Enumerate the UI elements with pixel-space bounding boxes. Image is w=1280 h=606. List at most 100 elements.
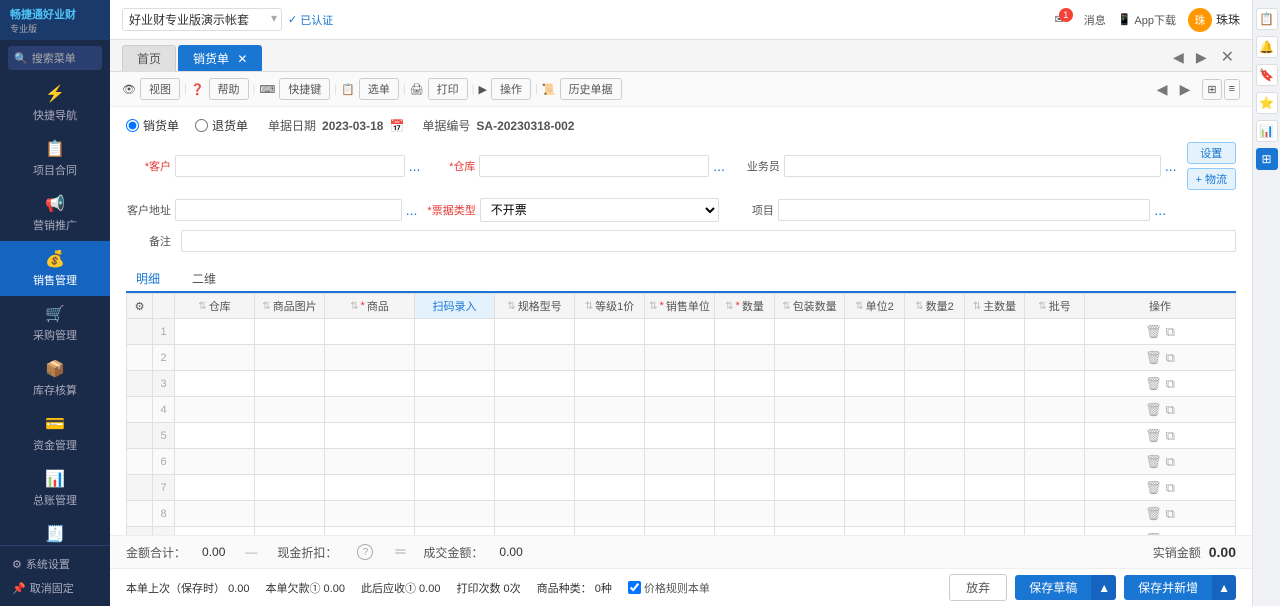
cell-batch[interactable] — [1025, 423, 1085, 449]
cell-unit2[interactable] — [845, 423, 905, 449]
cell-main-qty[interactable] — [965, 527, 1025, 536]
th-unit[interactable]: ⇅*销售单位 — [645, 294, 715, 319]
cell-scan[interactable] — [415, 345, 495, 371]
cell-batch[interactable] — [1025, 397, 1085, 423]
cell-qty[interactable] — [715, 423, 775, 449]
th-batch[interactable]: ⇅批号 — [1025, 294, 1085, 319]
cell-product[interactable] — [325, 501, 415, 527]
cell-spec[interactable] — [495, 371, 575, 397]
cell-pkg-qty[interactable] — [775, 397, 845, 423]
row-copy-btn[interactable]: ⧉ — [1166, 376, 1175, 392]
warehouse-input[interactable]: 小宝仓库 — [479, 155, 709, 177]
cell-spec[interactable] — [495, 319, 575, 345]
table-tab-2d[interactable]: 二维 — [182, 266, 226, 291]
cell-qty2[interactable] — [905, 449, 965, 475]
cell-spec[interactable] — [495, 527, 575, 536]
cell-unit[interactable] — [645, 345, 715, 371]
cell-unit[interactable] — [645, 475, 715, 501]
cell-pkg-qty[interactable] — [775, 527, 845, 536]
cell-image[interactable] — [255, 475, 325, 501]
cell-qty[interactable] — [715, 371, 775, 397]
grid-view-button[interactable]: ⊞ — [1202, 79, 1221, 100]
row-delete-btn[interactable]: 🗑 — [1145, 324, 1162, 340]
cell-pkg-qty[interactable] — [775, 501, 845, 527]
cell-product[interactable] — [325, 345, 415, 371]
sidebar-item-sales[interactable]: 💰 销售管理 — [0, 241, 110, 296]
row-delete-btn[interactable]: 🗑 — [1145, 376, 1162, 392]
cell-image[interactable] — [255, 397, 325, 423]
th-spec[interactable]: ⇅规格型号 — [495, 294, 575, 319]
project-input[interactable]: 选择... — [778, 199, 1150, 221]
cell-pkg-qty[interactable] — [775, 475, 845, 501]
salesperson-ellipsis[interactable]: ... — [1165, 158, 1177, 174]
cell-unit[interactable] — [645, 423, 715, 449]
cell-image[interactable] — [255, 449, 325, 475]
date-value[interactable]: 2023-03-18 — [322, 119, 383, 133]
th-pkg-qty[interactable]: ⇅包装数量 — [775, 294, 845, 319]
right-btn-5[interactable]: 📊 — [1256, 120, 1278, 142]
cell-unit2[interactable] — [845, 449, 905, 475]
cell-batch[interactable] — [1025, 319, 1085, 345]
cell-unit[interactable] — [645, 371, 715, 397]
right-btn-2[interactable]: 🔔 — [1256, 36, 1278, 58]
cell-qty2[interactable] — [905, 527, 965, 536]
th-price1[interactable]: ⇅等级1价 — [575, 294, 645, 319]
cell-price1[interactable] — [575, 423, 645, 449]
cell-spec[interactable] — [495, 397, 575, 423]
cell-image[interactable] — [255, 345, 325, 371]
row-copy-btn[interactable]: ⧉ — [1166, 454, 1175, 470]
sidebar-item-quick[interactable]: ⚡ 快捷导航 — [0, 76, 110, 131]
cell-warehouse[interactable] — [175, 319, 255, 345]
cell-qty2[interactable] — [905, 345, 965, 371]
help-button[interactable]: 帮助 — [209, 78, 249, 100]
cell-qty2[interactable] — [905, 371, 965, 397]
cell-qty[interactable] — [715, 449, 775, 475]
cell-pkg-qty[interactable] — [775, 371, 845, 397]
row-delete-btn[interactable]: 🗑 — [1145, 402, 1162, 418]
message-action[interactable]: ✉ 1 消息 — [1054, 12, 1105, 28]
remark-input[interactable] — [181, 230, 1236, 252]
sidebar-item-accounts[interactable]: 📊 总账管理 — [0, 461, 110, 516]
th-main-qty[interactable]: ⇅主数量 — [965, 294, 1025, 319]
discount-help-icon[interactable]: ? — [357, 544, 373, 560]
cell-unit[interactable] — [645, 501, 715, 527]
sidebar-item-inventory[interactable]: 📦 库存核算 — [0, 351, 110, 406]
cell-unit2[interactable] — [845, 345, 905, 371]
cell-main-qty[interactable] — [965, 397, 1025, 423]
company-dropdown[interactable]: 好业财专业版演示帐套 ▾ — [122, 8, 282, 31]
cell-price1[interactable] — [575, 345, 645, 371]
cell-price1[interactable] — [575, 475, 645, 501]
table-tab-detail[interactable]: 明细 — [126, 266, 170, 293]
th-scan[interactable]: 扫码录入 — [415, 294, 495, 319]
right-btn-1[interactable]: 📋 — [1256, 8, 1278, 30]
tab-home[interactable]: 首页 — [122, 45, 176, 71]
data-table-wrapper[interactable]: ⚙ ⇅仓库 ⇅商品图片 ⇅*商品 — [126, 293, 1236, 535]
view-button[interactable]: 视图 — [140, 78, 180, 100]
cell-spec[interactable] — [495, 449, 575, 475]
operate-button[interactable]: 操作 — [491, 78, 531, 100]
customer-input[interactable] — [175, 155, 405, 177]
select-button[interactable]: 选单 — [359, 78, 399, 100]
tab-close-icon[interactable]: ✕ — [237, 52, 247, 66]
cell-unit[interactable] — [645, 527, 715, 536]
save-draft-arrow[interactable]: ▲ — [1091, 575, 1116, 600]
sidebar-item-settings[interactable]: ⚙ 系统设置 — [6, 552, 104, 576]
cell-qty[interactable] — [715, 397, 775, 423]
cell-unit2[interactable] — [845, 397, 905, 423]
cell-pkg-qty[interactable] — [775, 319, 845, 345]
app-download-action[interactable]: 📱 App下载 — [1118, 12, 1176, 28]
row-copy-btn[interactable]: ⧉ — [1166, 402, 1175, 418]
cell-image[interactable] — [255, 319, 325, 345]
cell-main-qty[interactable] — [965, 475, 1025, 501]
user-menu[interactable]: 珠 珠珠 — [1188, 8, 1240, 32]
cell-qty2[interactable] — [905, 501, 965, 527]
cell-scan[interactable] — [415, 527, 495, 536]
cell-batch[interactable] — [1025, 527, 1085, 536]
right-btn-6[interactable]: ⊞ — [1256, 148, 1278, 170]
history-button[interactable]: 历史单据 — [560, 78, 622, 100]
cell-pkg-qty[interactable] — [775, 345, 845, 371]
tab-close-button[interactable]: ✕ — [1215, 45, 1240, 69]
cell-qty2[interactable] — [905, 319, 965, 345]
cell-scan[interactable] — [415, 423, 495, 449]
right-btn-3[interactable]: 🔖 — [1256, 64, 1278, 86]
